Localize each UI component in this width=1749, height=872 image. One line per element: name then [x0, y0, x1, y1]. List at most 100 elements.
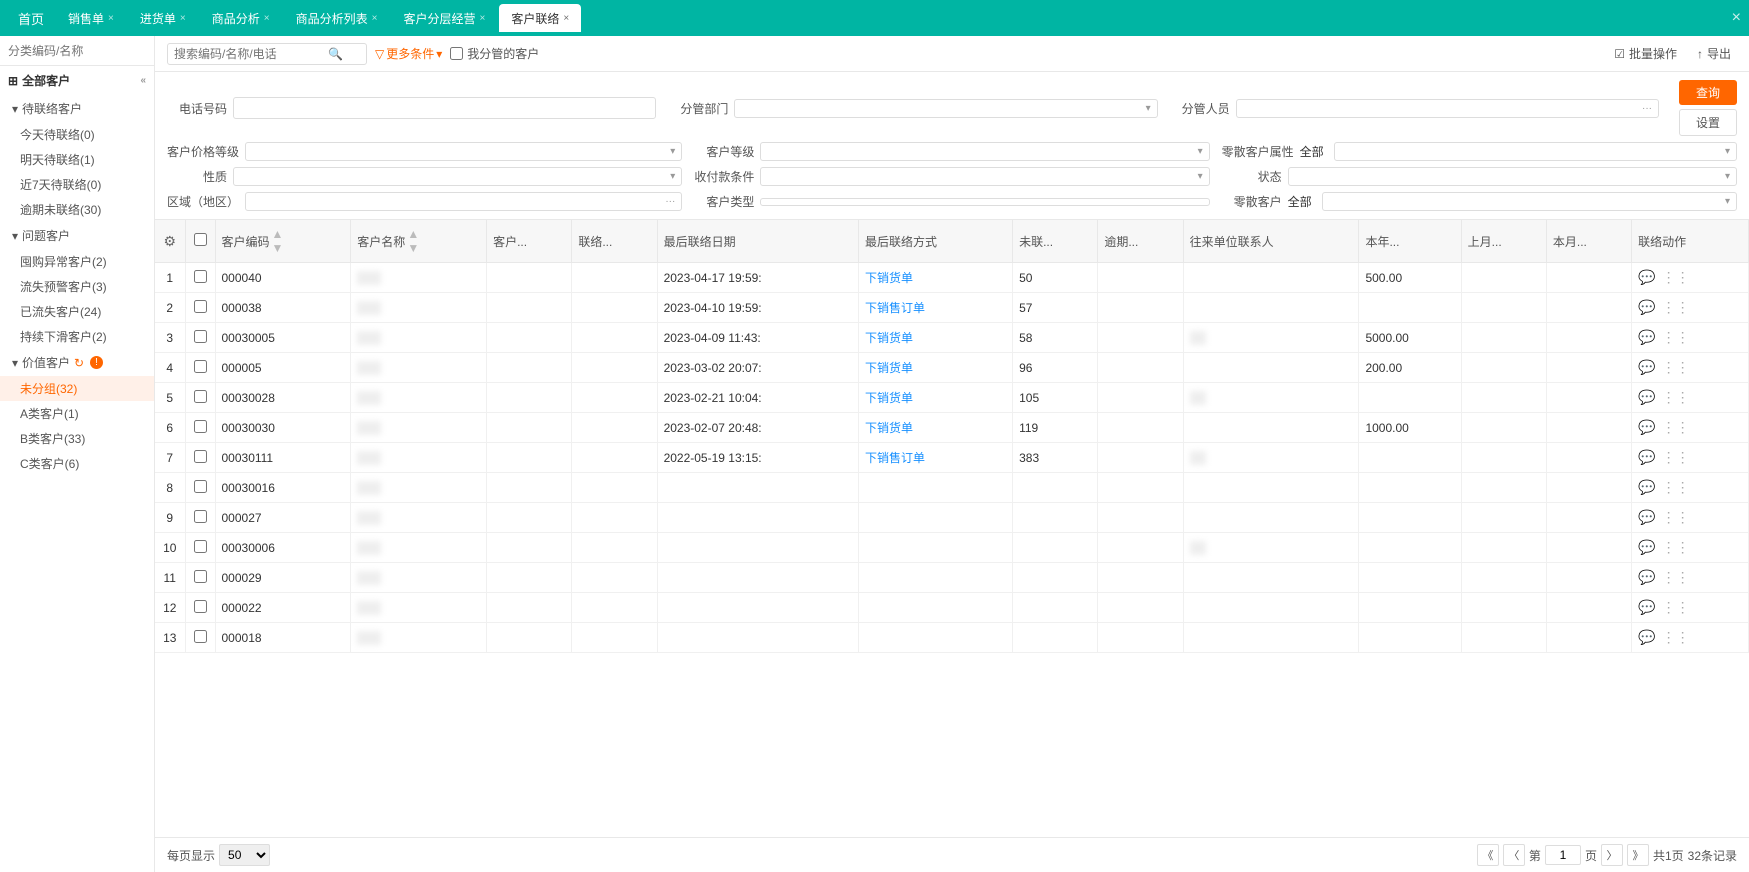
filter-region-select[interactable]: ··· [245, 192, 682, 211]
my-customers-checkbox[interactable] [450, 47, 463, 60]
sidebar-value-group[interactable]: ▾ 价值客户 ↻ ! [0, 349, 154, 376]
row-checkbox[interactable] [194, 300, 207, 313]
grid-action-icon[interactable]: ⋮⋮ [1662, 269, 1690, 286]
grid-action-icon[interactable]: ⋮⋮ [1662, 419, 1690, 436]
filter-retail-customer-select[interactable]: ▾ [1322, 192, 1737, 211]
sidebar-item-overdue[interactable]: 逾期未联络(30) [0, 197, 154, 222]
filter-phone-input[interactable] [233, 97, 656, 119]
nav-tab-purchase[interactable]: 进货单 × [128, 4, 198, 32]
sidebar-item-7days[interactable]: 近7天待联络(0) [0, 172, 154, 197]
chat-action-icon[interactable]: 💬 [1638, 419, 1655, 436]
chat-action-icon[interactable]: 💬 [1638, 479, 1655, 496]
grid-action-icon[interactable]: ⋮⋮ [1662, 329, 1690, 346]
prev-page-btn[interactable]: 〈 [1503, 844, 1525, 866]
chat-action-icon[interactable]: 💬 [1638, 599, 1655, 616]
sidebar-collapse-icon[interactable]: « [140, 75, 146, 86]
reset-button[interactable]: 设置 [1679, 109, 1737, 136]
filter-customer-level-select[interactable]: ▾ [760, 142, 1209, 161]
row-check[interactable] [185, 353, 215, 383]
row-checkbox[interactable] [194, 510, 207, 523]
row-checkbox[interactable] [194, 330, 207, 343]
row-check[interactable] [185, 293, 215, 323]
select-all-checkbox[interactable] [194, 233, 207, 246]
last-method-link[interactable]: 下销货单 [865, 421, 913, 435]
grid-action-icon[interactable]: ⋮⋮ [1662, 539, 1690, 556]
row-last-method[interactable] [858, 503, 1012, 533]
row-last-method[interactable] [858, 623, 1012, 653]
nav-tab-sales-close[interactable]: × [108, 13, 114, 24]
grid-action-icon[interactable]: ⋮⋮ [1662, 599, 1690, 616]
sidebar-problem-group[interactable]: ▾ 问题客户 [0, 222, 154, 249]
row-last-method[interactable]: 下销货单 [858, 383, 1012, 413]
row-last-method[interactable]: 下销货单 [858, 263, 1012, 293]
sidebar-item-churn-warning[interactable]: 流失预警客户(3) [0, 274, 154, 299]
filter-nature-select[interactable]: ▾ [233, 167, 682, 186]
nav-tab-customer-segment-close[interactable]: × [479, 13, 485, 24]
grid-action-icon[interactable]: ⋮⋮ [1662, 509, 1690, 526]
sidebar-item-class-a[interactable]: A类客户(1) [0, 401, 154, 426]
filter-search-input[interactable] [174, 47, 324, 61]
grid-action-icon[interactable]: ⋮⋮ [1662, 449, 1690, 466]
row-checkbox[interactable] [194, 270, 207, 283]
th-settings[interactable]: ⚙ [155, 220, 185, 263]
row-last-method[interactable] [858, 533, 1012, 563]
nav-tab-purchase-close[interactable]: × [180, 13, 186, 24]
last-page-btn[interactable]: 》 [1627, 844, 1649, 866]
sidebar-item-class-b[interactable]: B类客户(33) [0, 426, 154, 451]
row-check[interactable] [185, 413, 215, 443]
row-checkbox[interactable] [194, 600, 207, 613]
per-page-select[interactable]: 50 100 200 [219, 844, 270, 866]
sidebar-item-class-c[interactable]: C类客户(6) [0, 451, 154, 476]
row-checkbox[interactable] [194, 480, 207, 493]
th-code-sort[interactable]: ▲▼ [272, 227, 284, 255]
chat-action-icon[interactable]: 💬 [1638, 449, 1655, 466]
row-last-method[interactable]: 下销货单 [858, 353, 1012, 383]
nav-tab-analysis-list-close[interactable]: × [372, 13, 378, 24]
th-name-sort[interactable]: ▲▼ [407, 227, 419, 255]
row-last-method[interactable] [858, 563, 1012, 593]
row-checkbox[interactable] [194, 360, 207, 373]
last-method-link[interactable]: 下销售订单 [865, 301, 925, 315]
export-button[interactable]: ↑ 导出 [1691, 42, 1737, 65]
row-check[interactable] [185, 533, 215, 563]
filter-more-conditions[interactable]: ▽ 更多条件 ▾ [375, 45, 442, 62]
row-checkbox[interactable] [194, 450, 207, 463]
my-customers-filter[interactable]: 我分管的客户 [450, 45, 539, 62]
filter-price-level-select[interactable]: ▾ [245, 142, 682, 161]
chat-action-icon[interactable]: 💬 [1638, 569, 1655, 586]
row-check[interactable] [185, 263, 215, 293]
chat-action-icon[interactable]: 💬 [1638, 299, 1655, 316]
chat-action-icon[interactable]: 💬 [1638, 539, 1655, 556]
grid-action-icon[interactable]: ⋮⋮ [1662, 569, 1690, 586]
last-method-link[interactable]: 下销货单 [865, 361, 913, 375]
sidebar-search-input[interactable] [8, 44, 155, 58]
row-check[interactable] [185, 563, 215, 593]
row-last-method[interactable]: 下销售订单 [858, 443, 1012, 473]
last-method-link[interactable]: 下销货单 [865, 391, 913, 405]
nav-close-all[interactable]: × [1732, 9, 1741, 27]
chat-action-icon[interactable]: 💬 [1638, 329, 1655, 346]
sidebar-value-refresh[interactable]: ↻ [74, 356, 84, 370]
filter-dept-select[interactable]: ▾ [734, 99, 1157, 118]
row-last-method[interactable]: 下销售订单 [858, 293, 1012, 323]
row-checkbox[interactable] [194, 390, 207, 403]
query-button[interactable]: 查询 [1679, 80, 1737, 105]
row-check[interactable] [185, 503, 215, 533]
row-last-method[interactable]: 下销货单 [858, 323, 1012, 353]
grid-action-icon[interactable]: ⋮⋮ [1662, 359, 1690, 376]
row-checkbox[interactable] [194, 570, 207, 583]
chat-action-icon[interactable]: 💬 [1638, 359, 1655, 376]
batch-ops-button[interactable]: ☑ 批量操作 [1608, 42, 1683, 65]
row-checkbox[interactable] [194, 420, 207, 433]
row-check[interactable] [185, 593, 215, 623]
row-check[interactable] [185, 623, 215, 653]
filter-staff-select[interactable]: ··· [1236, 99, 1659, 118]
sidebar-item-declining[interactable]: 持续下滑客户(2) [0, 324, 154, 349]
sidebar-item-tomorrow[interactable]: 明天待联络(1) [0, 147, 154, 172]
last-method-link[interactable]: 下销货单 [865, 271, 913, 285]
chat-action-icon[interactable]: 💬 [1638, 509, 1655, 526]
grid-action-icon[interactable]: ⋮⋮ [1662, 389, 1690, 406]
sidebar-item-hoard-abnormal[interactable]: 囤购异常客户(2) [0, 249, 154, 274]
sidebar-all-customers[interactable]: ⊞ 全部客户 « [0, 66, 154, 95]
grid-action-icon[interactable]: ⋮⋮ [1662, 299, 1690, 316]
